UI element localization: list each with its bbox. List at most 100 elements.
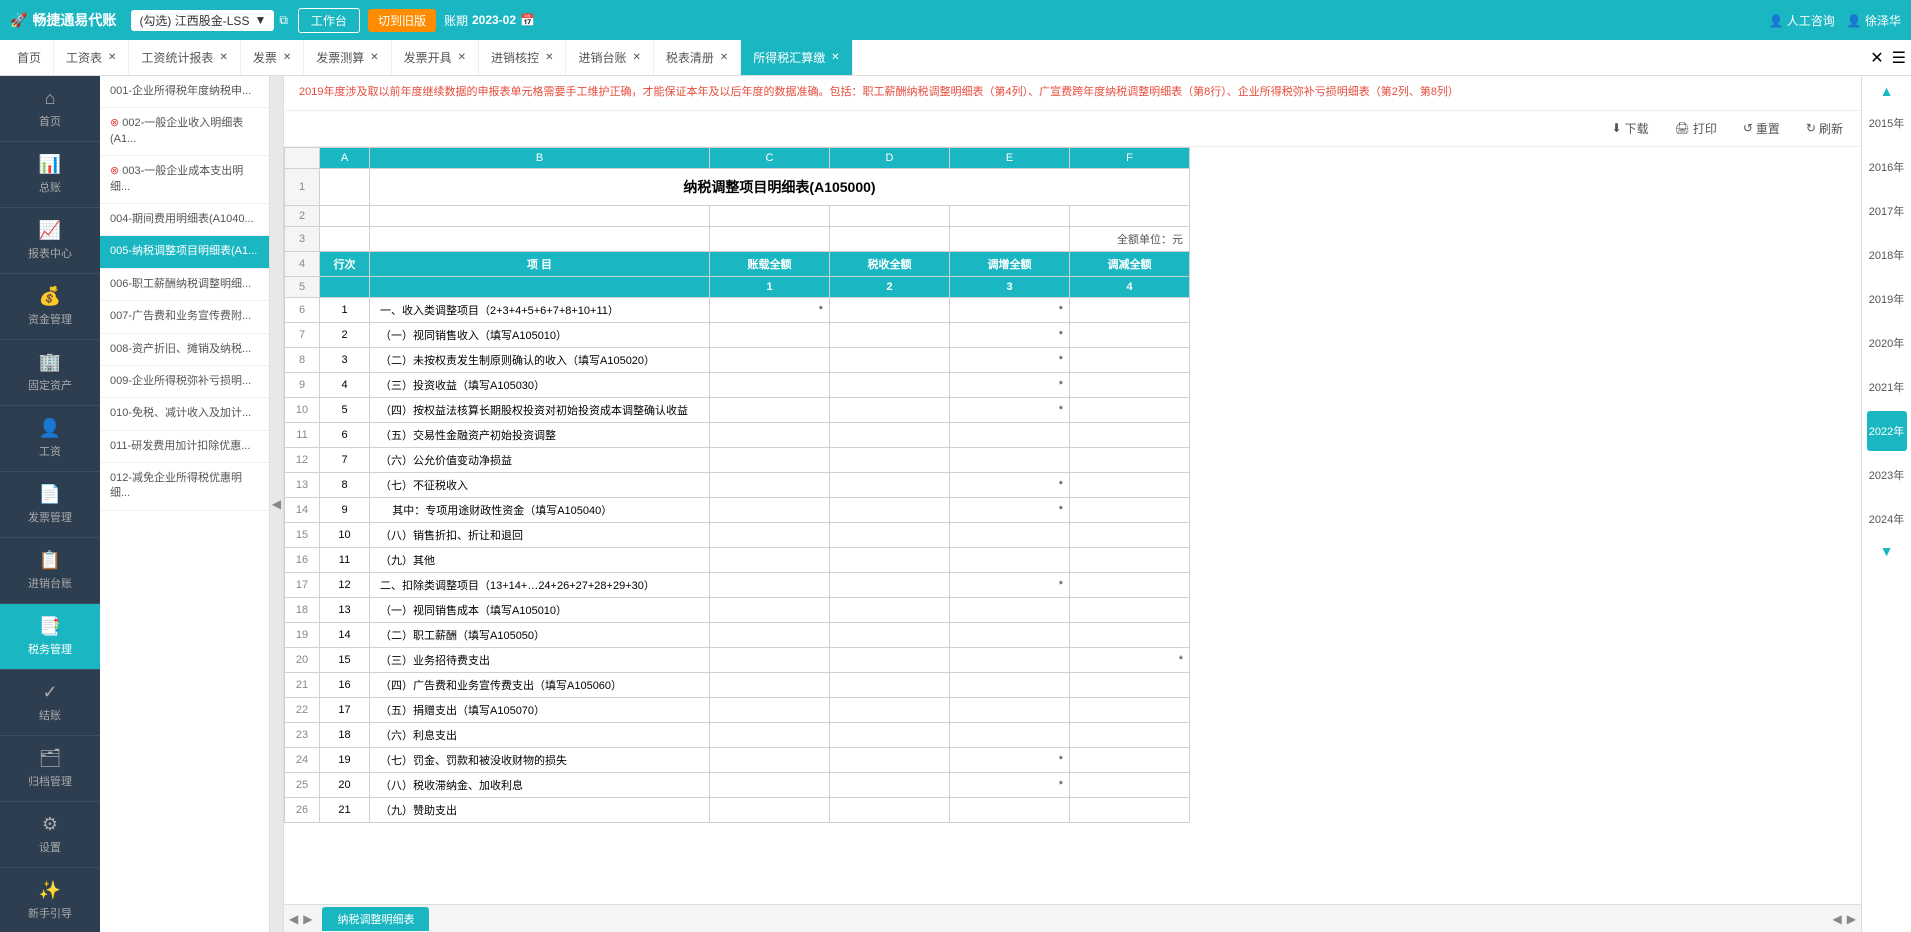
sidebar-item-tax-mgmt[interactable]: 📑 税务管理 xyxy=(0,604,100,670)
close-tax-list-tab[interactable]: ✕ xyxy=(720,52,728,63)
period-calendar-icon[interactable]: 📅 xyxy=(520,13,535,27)
sidebar-item-fund[interactable]: 💰 资金管理 xyxy=(0,274,100,340)
period-display: 账期 2023-02 📅 xyxy=(444,12,535,29)
print-button[interactable]: 🖨 打印 xyxy=(1667,117,1725,140)
collapse-panel-button[interactable]: ◀ xyxy=(270,76,284,932)
reset-button[interactable]: ↺ 重置 xyxy=(1735,117,1788,140)
table-row[interactable]: 22 17 （五）捐赠支出（填写A105070） xyxy=(285,697,1190,722)
sidebar-item-settings[interactable]: ⚙ 设置 xyxy=(0,802,100,868)
table-row[interactable]: 11 6 （五）交易性金融资产初始投资调整 xyxy=(285,422,1190,447)
table-row[interactable]: 19 14 （二）职工薪酬（填写A105050） xyxy=(285,622,1190,647)
close-income-tax-tab[interactable]: ✕ xyxy=(831,52,839,63)
table-row[interactable]: 8 3 （二）未按权责发生制原则确认的收入（填写A105020） * xyxy=(285,347,1190,372)
file-item-012[interactable]: 012-减免企业所得税优惠明细... xyxy=(100,463,269,511)
user-avatar[interactable]: 👤 徐泽华 xyxy=(1847,12,1901,29)
tab-tax-list[interactable]: 税表清册 ✕ xyxy=(654,40,741,76)
close-salary-tab[interactable]: ✕ xyxy=(108,52,116,63)
sidebar-item-purchase-sale-ledger[interactable]: 📋 进销台账 xyxy=(0,538,100,604)
year-2015[interactable]: 2015年 xyxy=(1867,103,1907,143)
year-2023[interactable]: 2023年 xyxy=(1867,455,1907,495)
table-row[interactable]: 18 13 （一）视同销售成本（填写A105010） xyxy=(285,597,1190,622)
year-2022[interactable]: 2022年 xyxy=(1867,411,1907,451)
file-item-010[interactable]: 010-免税、减计收入及加计... xyxy=(100,398,269,430)
tab-ledger[interactable]: 进销台账 ✕ xyxy=(566,40,653,76)
sidebar-item-invoice-mgmt[interactable]: 📄 发票管理 xyxy=(0,472,100,538)
nav-tabs: 首页 工资表 ✕ 工资统计报表 ✕ 发票 ✕ 发票测算 ✕ 发票开具 ✕ 进销核… xyxy=(0,40,1911,76)
refresh-button[interactable]: ↻ 刷新 xyxy=(1798,117,1851,140)
year-2018[interactable]: 2018年 xyxy=(1867,235,1907,275)
customer-service-btn[interactable]: 👤 人工咨询 xyxy=(1768,12,1834,29)
tab-invoice-issue[interactable]: 发票开具 ✕ xyxy=(392,40,479,76)
table-row[interactable]: 25 20 （八）税收滞纳金、加收利息 * xyxy=(285,772,1190,797)
next-sheet-icon[interactable]: ▶ xyxy=(303,912,312,926)
header-xiangmu: 项 目 xyxy=(370,251,710,276)
table-row[interactable]: 21 16 （四）广告费和业务宣传费支出（填写A105060） xyxy=(285,672,1190,697)
close-invoice-tab[interactable]: ✕ xyxy=(283,52,291,63)
table-row[interactable]: 20 15 （三）业务招待费支出 * xyxy=(285,647,1190,672)
sidebar-item-home[interactable]: ⌂ 首页 xyxy=(0,76,100,142)
year-2024[interactable]: 2024年 xyxy=(1867,499,1907,539)
tab-purchase-sale[interactable]: 进销核控 ✕ xyxy=(479,40,566,76)
company-selector[interactable]: (勾选) 江西股金-LSS ▼ xyxy=(131,10,274,31)
year-2016[interactable]: 2016年 xyxy=(1867,147,1907,187)
year-next-button[interactable]: ▼ xyxy=(1869,541,1905,561)
file-item-008[interactable]: 008-资产折旧、摊销及纳税... xyxy=(100,334,269,366)
year-2021[interactable]: 2021年 xyxy=(1867,367,1907,407)
prev-sheet-icon[interactable]: ◀ xyxy=(289,912,298,926)
close-salary-report-tab[interactable]: ✕ xyxy=(219,52,227,63)
file-item-006[interactable]: 006-职工薪酬纳税调整明细... xyxy=(100,269,269,301)
table-row[interactable]: 7 2 （一）视同销售收入（填写A105010） * xyxy=(285,322,1190,347)
sidebar-item-archive[interactable]: 🗂 归档管理 xyxy=(0,736,100,802)
table-row[interactable]: 16 11 （九）其他 xyxy=(285,547,1190,572)
year-2020[interactable]: 2020年 xyxy=(1867,323,1907,363)
sidebar-item-salary[interactable]: 👤 工资 xyxy=(0,406,100,472)
table-row[interactable]: 9 4 （三）投资收益（填写A105030） * xyxy=(285,372,1190,397)
table-row[interactable]: 15 10 （八）销售折扣、折让和退回 xyxy=(285,522,1190,547)
scroll-left-icon[interactable]: ◀ xyxy=(1833,912,1842,926)
copy-icon[interactable]: ⧉ xyxy=(279,13,288,28)
settings-icon[interactable]: ☰ xyxy=(1892,48,1906,68)
sidebar-item-report-center[interactable]: 📈 报表中心 xyxy=(0,208,100,274)
year-prev-button[interactable]: ▲ xyxy=(1869,81,1905,101)
close-all-icon[interactable]: ✕ xyxy=(1870,48,1883,68)
year-2019[interactable]: 2019年 xyxy=(1867,279,1907,319)
sidebar-item-fixed-asset[interactable]: 🏢 固定资产 xyxy=(0,340,100,406)
file-item-003[interactable]: ⊗003-一般企业成本支出明细... xyxy=(100,156,269,204)
table-row[interactable]: 26 21 （九）赞助支出 xyxy=(285,797,1190,822)
workbench-button[interactable]: 工作台 xyxy=(298,8,360,33)
sheet-tab-main[interactable]: 纳税调整明细表 xyxy=(322,907,429,931)
table-row[interactable]: 10 5 （四）按权益法核算长期股权投资对初始投资成本调整确认收益 * xyxy=(285,397,1190,422)
file-item-005[interactable]: 005-纳税调整项目明细表(A1... xyxy=(100,236,269,268)
unit-label: 全额单位：元 xyxy=(1070,226,1190,251)
switch-button[interactable]: 切到旧版 xyxy=(368,9,436,32)
sidebar-item-guide[interactable]: ✨ 新手引导 xyxy=(0,868,100,932)
close-purchase-sale-tab[interactable]: ✕ xyxy=(545,52,553,63)
tab-salary[interactable]: 工资表 ✕ xyxy=(54,40,129,76)
close-invoice-calc-tab[interactable]: ✕ xyxy=(370,52,378,63)
table-row[interactable]: 17 12 二、扣除类调整项目（13+14+…24+26+27+28+29+30… xyxy=(285,572,1190,597)
tab-invoice[interactable]: 发票 ✕ xyxy=(241,40,304,76)
tab-income-tax[interactable]: 所得税汇算缴 ✕ xyxy=(741,40,852,76)
file-item-002[interactable]: ⊗002-一般企业收入明细表(A1... xyxy=(100,108,269,156)
sidebar-item-settlement[interactable]: ✓ 结账 xyxy=(0,670,100,736)
file-item-007[interactable]: 007-广告费和业务宣传费附... xyxy=(100,301,269,333)
tab-invoice-calc[interactable]: 发票测算 ✕ xyxy=(304,40,391,76)
table-row[interactable]: 13 8 （七）不征税收入 * xyxy=(285,472,1190,497)
close-invoice-issue-tab[interactable]: ✕ xyxy=(458,52,466,63)
table-row[interactable]: 14 9 其中：专项用途财政性资金（填写A105040） * xyxy=(285,497,1190,522)
tab-salary-report[interactable]: 工资统计报表 ✕ xyxy=(129,40,240,76)
file-item-011[interactable]: 011-研发费用加计扣除优惠... xyxy=(100,431,269,463)
table-row[interactable]: 6 1 一、收入类调整项目（2+3+4+5+6+7+8+10+11） * * xyxy=(285,297,1190,322)
year-2017[interactable]: 2017年 xyxy=(1867,191,1907,231)
tab-home[interactable]: 首页 xyxy=(5,40,54,76)
file-item-001[interactable]: 001-企业所得税年度纳税申... xyxy=(100,76,269,108)
file-item-004[interactable]: 004-期间费用明细表(A1040... xyxy=(100,204,269,236)
table-row[interactable]: 24 19 （七）罚金、罚款和被没收财物的损失 * xyxy=(285,747,1190,772)
table-row[interactable]: 12 7 （六）公允价值变动净损益 xyxy=(285,447,1190,472)
close-ledger-tab[interactable]: ✕ xyxy=(632,52,640,63)
table-row[interactable]: 23 18 （六）利息支出 xyxy=(285,722,1190,747)
scroll-right-icon[interactable]: ▶ xyxy=(1847,912,1856,926)
sidebar-item-general-ledger[interactable]: 📊 总账 xyxy=(0,142,100,208)
file-item-009[interactable]: 009-企业所得税弥补亏损明... xyxy=(100,366,269,398)
download-button[interactable]: ⬇ 下载 xyxy=(1604,117,1657,140)
